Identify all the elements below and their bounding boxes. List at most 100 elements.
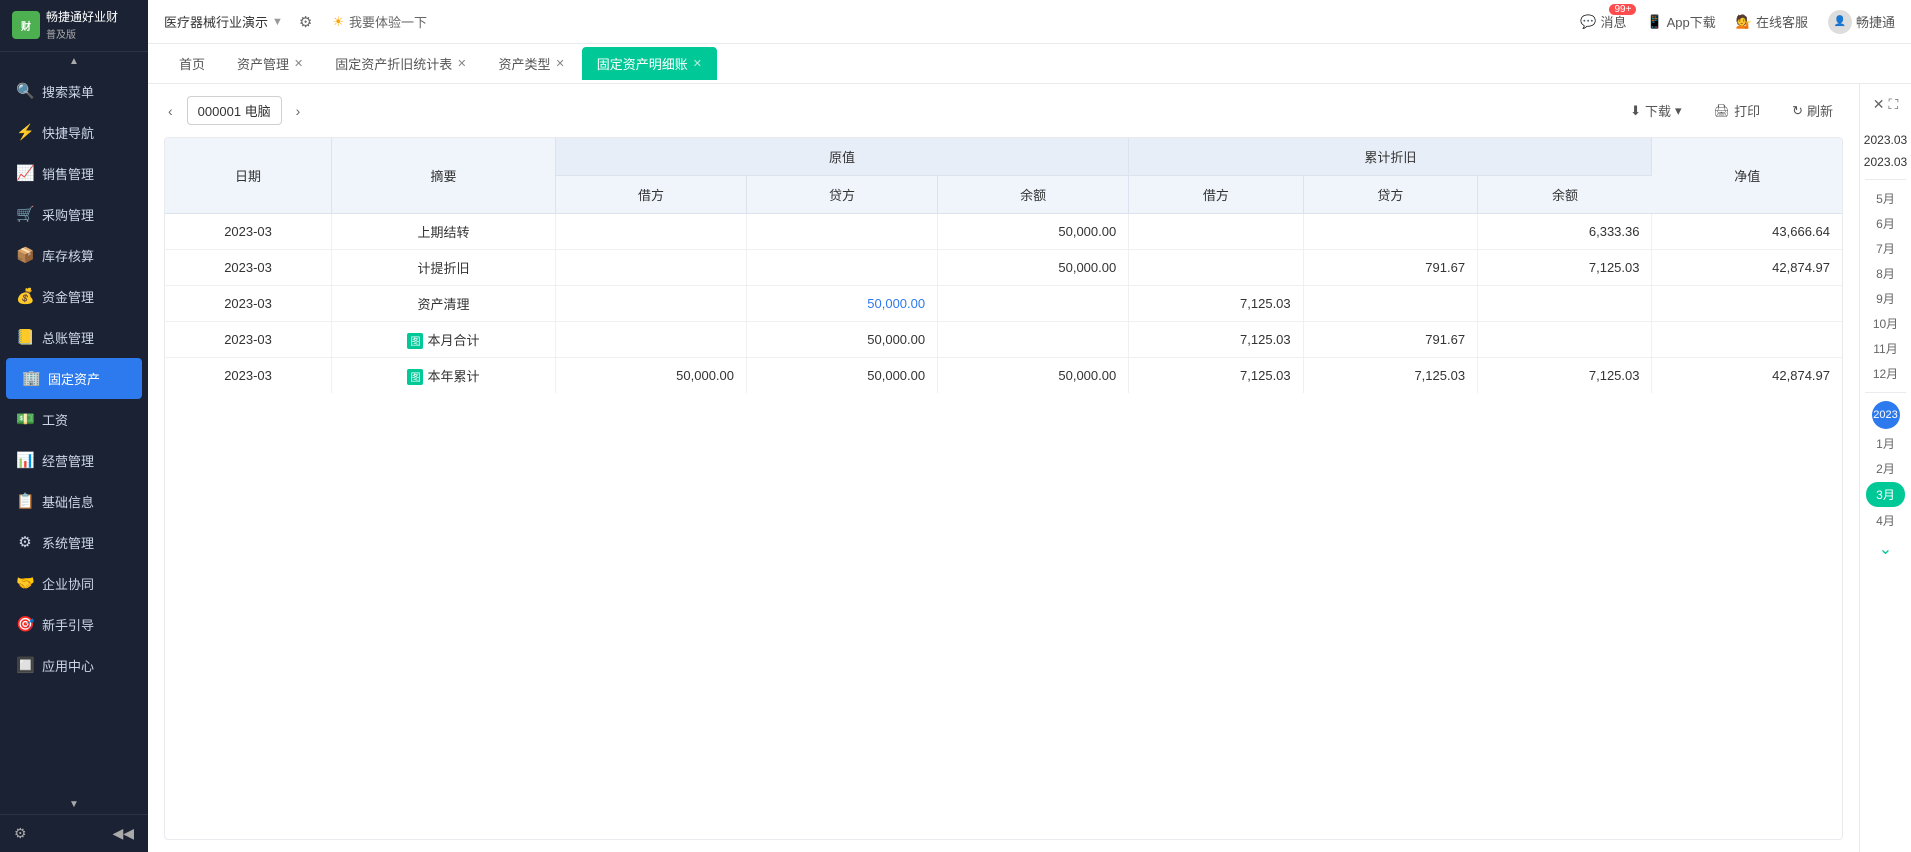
tab-close-depreciation-stats[interactable]: ✕ bbox=[457, 57, 466, 70]
cell-summary-badge: 图本月合计 bbox=[332, 322, 556, 358]
company-selector[interactable]: 医疗器械行业演示 ▼ bbox=[164, 12, 283, 31]
asset-toolbar: ‹ 000001 电脑 › ⬇ 下载 ▾ 🖨 打印 bbox=[164, 96, 1843, 125]
print-button[interactable]: 🖨 打印 bbox=[1704, 96, 1771, 125]
sidebar-item-guide[interactable]: 🎯 新手引导 bbox=[0, 604, 148, 645]
toolbar-right: ⬇ 下载 ▾ 🖨 打印 ↻ 刷新 bbox=[1620, 96, 1843, 125]
cell-orig-debit bbox=[555, 286, 746, 322]
refresh-button[interactable]: ↻ 刷新 bbox=[1782, 96, 1843, 125]
month-3-active[interactable]: 3月 bbox=[1866, 482, 1905, 507]
month-8[interactable]: 8月 bbox=[1860, 261, 1911, 286]
right-panel-year-label: 2023.03 bbox=[1864, 129, 1907, 151]
right-panel-expand-icon[interactable]: ⛶ bbox=[1888, 96, 1898, 113]
sidebar-item-quick-nav[interactable]: ⚡ 快捷导航 bbox=[0, 112, 148, 153]
sidebar-scroll-down[interactable]: ▼ bbox=[0, 795, 148, 814]
print-icon: 🖨 bbox=[1714, 103, 1731, 119]
app-download-icon: 📱 bbox=[1646, 14, 1662, 30]
logo-text: 畅捷通好业财 普及版 bbox=[46, 10, 118, 41]
tab-asset-mgmt[interactable]: 资产管理 ✕ bbox=[222, 47, 318, 80]
topnav-settings-icon[interactable]: ⚙ bbox=[299, 13, 312, 31]
cell-orig-balance bbox=[938, 286, 1129, 322]
tab-close-asset-type[interactable]: ✕ bbox=[556, 57, 565, 70]
cell-date: 2023-03 bbox=[165, 286, 332, 322]
cell-date: 2023-03 bbox=[165, 214, 332, 250]
th-dep-credit: 贷方 bbox=[1303, 176, 1477, 214]
cell-dep-debit bbox=[1129, 250, 1303, 286]
cell-dep-balance bbox=[1478, 286, 1652, 322]
cell-orig-credit: 50,000.00 bbox=[747, 358, 938, 394]
month-1[interactable]: 1月 bbox=[1860, 431, 1911, 456]
sidebar-item-inventory[interactable]: 📦 库存核算 bbox=[0, 235, 148, 276]
month-7[interactable]: 7月 bbox=[1860, 236, 1911, 261]
app-download-button[interactable]: 📱 App下载 bbox=[1646, 12, 1715, 31]
download-icon: ⬇ bbox=[1630, 103, 1641, 119]
tab-close-asset-mgmt[interactable]: ✕ bbox=[294, 57, 303, 70]
month-10[interactable]: 10月 bbox=[1860, 311, 1911, 336]
download-button[interactable]: ⬇ 下载 ▾ bbox=[1620, 96, 1691, 125]
sidebar-item-ledger[interactable]: 📒 总账管理 bbox=[0, 317, 148, 358]
prev-asset-button[interactable]: ‹ bbox=[164, 99, 177, 123]
page-content: ‹ 000001 电脑 › ⬇ 下载 ▾ 🖨 打印 bbox=[148, 84, 1859, 852]
sidebar-scroll-up[interactable]: ▲ bbox=[0, 52, 148, 71]
sidebar-item-search[interactable]: 🔍 搜索菜单 bbox=[0, 71, 148, 112]
cell-dep-credit bbox=[1303, 214, 1477, 250]
experience-button[interactable]: ☀ 我要体验一下 bbox=[332, 12, 427, 31]
cell-dep-balance: 7,125.03 bbox=[1478, 358, 1652, 394]
sales-icon: 📈 bbox=[16, 164, 34, 182]
sidebar-item-app-center[interactable]: 🔲 应用中心 bbox=[0, 645, 148, 686]
sidebar-item-basic-info[interactable]: 📋 基础信息 bbox=[0, 481, 148, 522]
sidebar-item-operations[interactable]: 📊 经营管理 bbox=[0, 440, 148, 481]
month-9[interactable]: 9月 bbox=[1860, 286, 1911, 311]
cell-orig-balance: 50,000.00 bbox=[938, 250, 1129, 286]
month-4[interactable]: 4月 bbox=[1860, 508, 1911, 533]
month-5[interactable]: 5月 bbox=[1860, 186, 1911, 211]
fixed-assets-icon: 🏢 bbox=[22, 369, 40, 387]
refresh-icon: ↻ bbox=[1792, 103, 1803, 119]
tab-depreciation-stats[interactable]: 固定资产折旧统计表 ✕ bbox=[320, 47, 481, 80]
user-avatar: 👤 bbox=[1828, 10, 1852, 34]
cell-net-value: 43,666.64 bbox=[1652, 214, 1842, 250]
sidebar-item-cooperation[interactable]: 🤝 企业协同 bbox=[0, 563, 148, 604]
table-row-monthly-total: 2023-03 图本月合计 50,000.00 7,125.03 791.67 bbox=[165, 322, 1842, 358]
online-service-button[interactable]: 💁 在线客服 bbox=[1736, 12, 1808, 31]
sidebar-item-capital[interactable]: 💰 资金管理 bbox=[0, 276, 148, 317]
month-11[interactable]: 11月 bbox=[1860, 336, 1911, 361]
next-asset-button[interactable]: › bbox=[292, 99, 305, 123]
table-row: 2023-03 计提折旧 50,000.00 791.67 7,125.03 4… bbox=[165, 250, 1842, 286]
inventory-icon: 📦 bbox=[16, 246, 34, 264]
cell-dep-debit: 7,125.03 bbox=[1129, 286, 1303, 322]
sidebar-item-fixed-assets[interactable]: 🏢 固定资产 bbox=[6, 358, 142, 399]
tab-asset-type[interactable]: 资产类型 ✕ bbox=[483, 47, 579, 80]
month-2[interactable]: 2月 bbox=[1860, 456, 1911, 481]
year-current-label[interactable]: 2023 bbox=[1872, 401, 1900, 429]
th-date: 日期 bbox=[165, 138, 332, 214]
th-orig-credit: 贷方 bbox=[747, 176, 938, 214]
footer-collapse-icon[interactable]: ◀◀ bbox=[112, 825, 134, 842]
cell-net-value bbox=[1652, 286, 1842, 322]
tab-close-asset-detail[interactable]: ✕ bbox=[693, 57, 702, 70]
cell-dep-credit: 791.67 bbox=[1303, 322, 1477, 358]
cell-dep-balance: 6,333.36 bbox=[1478, 214, 1652, 250]
sidebar-item-sales[interactable]: 📈 销售管理 bbox=[0, 153, 148, 194]
month-6[interactable]: 6月 bbox=[1860, 211, 1911, 236]
month-12[interactable]: 12月 bbox=[1860, 361, 1911, 386]
topnav-right: 💬 消息 99+ 📱 App下载 💁 在线客服 👤 畅捷通 bbox=[1580, 10, 1895, 34]
th-depreciation: 累计折旧 bbox=[1129, 138, 1652, 176]
user-menu[interactable]: 👤 畅捷通 bbox=[1828, 10, 1895, 34]
sidebar-item-salary[interactable]: 💵 工资 bbox=[0, 399, 148, 440]
cell-net-value: 42,874.97 bbox=[1652, 250, 1842, 286]
right-panel-close-icon[interactable]: ✕ bbox=[1873, 96, 1885, 121]
sidebar-item-system[interactable]: ⚙ 系统管理 bbox=[0, 522, 148, 563]
cell-summary-yearly-badge: 图本年累计 bbox=[332, 358, 556, 394]
th-orig-balance: 余额 bbox=[938, 176, 1129, 214]
tab-asset-detail[interactable]: 固定资产明细账 ✕ bbox=[582, 47, 717, 80]
sidebar-item-purchase[interactable]: 🛒 采购管理 bbox=[0, 194, 148, 235]
notification-button[interactable]: 💬 消息 99+ bbox=[1580, 12, 1626, 31]
top-nav: 医疗器械行业演示 ▼ ⚙ ☀ 我要体验一下 💬 消息 99+ 📱 App下载 💁… bbox=[148, 0, 1911, 44]
cell-dep-credit: 7,125.03 bbox=[1303, 358, 1477, 394]
table-row: 2023-03 资产清理 50,000.00 7,125.03 bbox=[165, 286, 1842, 322]
tab-home[interactable]: 首页 bbox=[164, 47, 220, 80]
footer-settings-icon[interactable]: ⚙ bbox=[14, 825, 27, 842]
right-panel-down-nav[interactable]: ⌄ bbox=[1879, 539, 1892, 559]
yearly-total-badge-icon: 图 bbox=[407, 369, 423, 385]
cell-dep-credit: 791.67 bbox=[1303, 250, 1477, 286]
